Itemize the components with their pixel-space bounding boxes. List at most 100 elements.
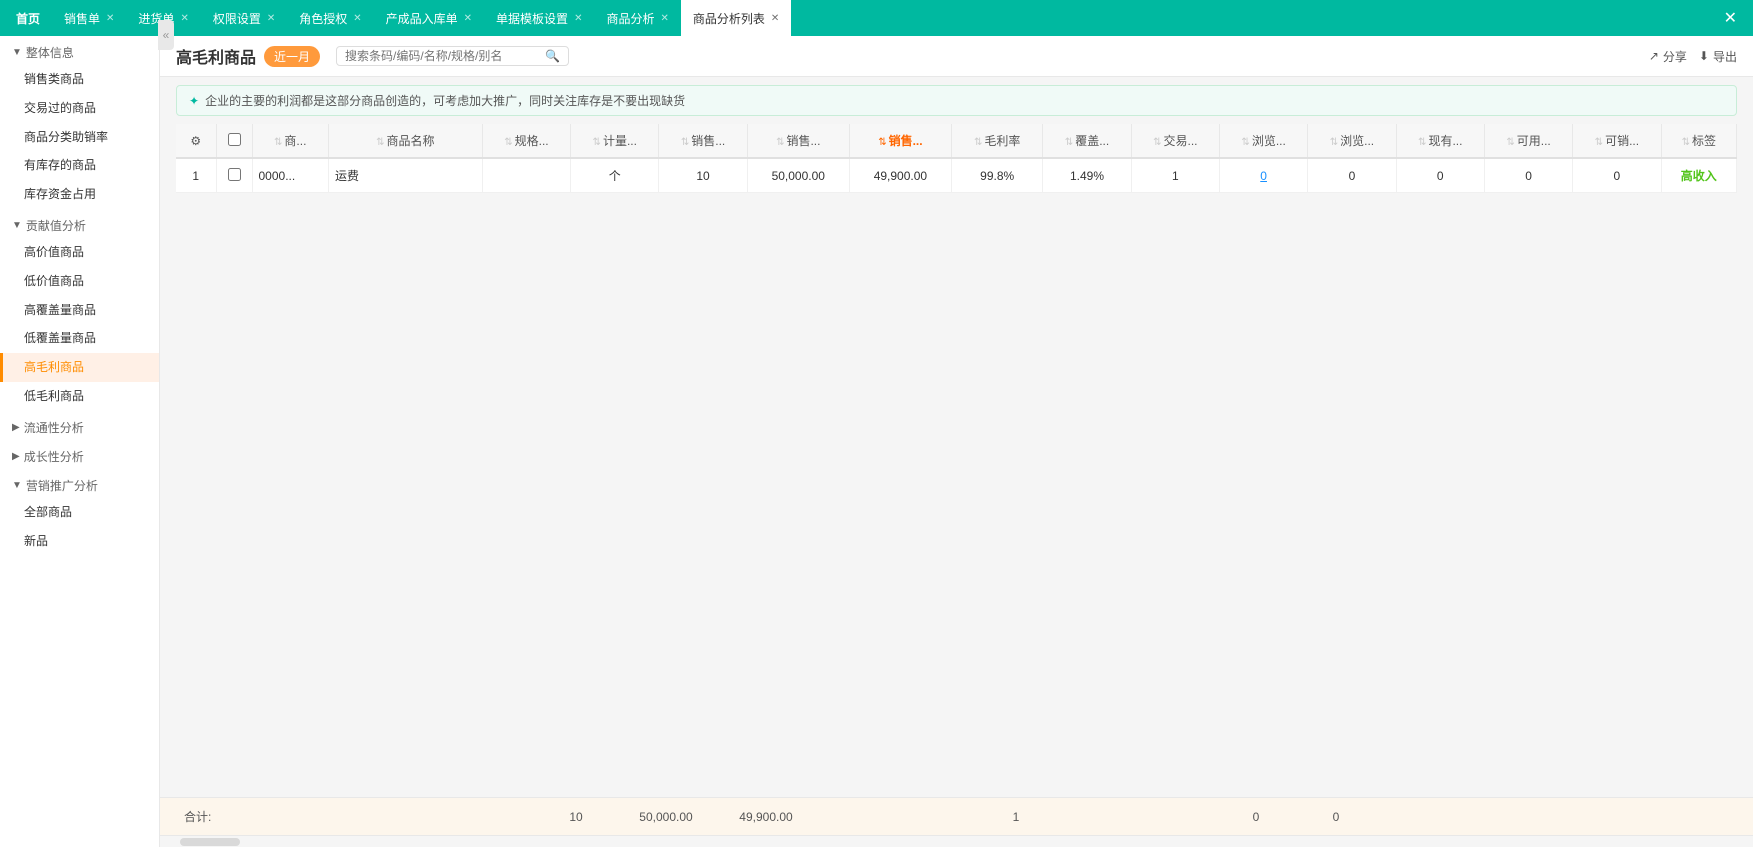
sidebar-group-overall[interactable]: ▼ 整体信息 xyxy=(0,36,159,65)
cell-tag: 高收入 xyxy=(1661,158,1736,193)
table-container[interactable]: ⚙ ⇅商... ⇅商品名称 ⇅规格... ⇅计量... ⇅销售... ⇅销售..… xyxy=(160,124,1753,797)
nav-tab-product-analysis[interactable]: 商品分析 ✕ xyxy=(594,0,680,36)
col-sales-profit: ⇅销售... xyxy=(849,124,951,158)
col-sales-qty: ⇅销售... xyxy=(659,124,747,158)
nav-tab-sales[interactable]: 销售单 ✕ xyxy=(52,0,126,36)
table-header-row: ⚙ ⇅商... ⇅商品名称 ⇅规格... ⇅计量... ⇅销售... ⇅销售..… xyxy=(176,124,1737,158)
notice-bar: ✦ 企业的主要的利润都是这部分商品创造的，可考虑加大推广，同时关注库存是不要出现… xyxy=(176,85,1737,116)
sidebar-item-all-goods[interactable]: 全部商品 xyxy=(0,498,159,527)
cell-current-stock: 0 xyxy=(1396,158,1484,193)
sidebar-item-new-goods[interactable]: 新品 xyxy=(0,527,159,556)
sort-icon[interactable]: ⇅ xyxy=(1506,137,1514,148)
share-button[interactable]: ↗ 分享 xyxy=(1649,48,1687,65)
sort-icon[interactable]: ⇅ xyxy=(878,137,886,148)
sort-icon[interactable]: ⇅ xyxy=(1418,137,1426,148)
sidebar-group-marketing[interactable]: ▼ 营销推广分析 xyxy=(0,469,159,498)
sidebar-item-stock-capital[interactable]: 库存资金占用 xyxy=(0,180,159,209)
sort-icon[interactable]: ⇅ xyxy=(1241,137,1249,148)
cell-browse1[interactable]: 0 xyxy=(1219,158,1307,193)
select-all-checkbox[interactable] xyxy=(228,133,241,146)
footer-cell-sales-profit: 49,900.00 xyxy=(716,810,816,824)
nav-tab-product-analysis-list[interactable]: 商品分析列表 ✕ xyxy=(681,0,791,36)
cell-transaction: 1 xyxy=(1131,158,1219,193)
nav-tab-product-warehouse[interactable]: 产成品入库单 ✕ xyxy=(374,0,484,36)
col-browse2: ⇅浏览... xyxy=(1308,124,1396,158)
nav-tab-role[interactable]: 角色授权 ✕ xyxy=(287,0,373,36)
sort-icon[interactable]: ⇅ xyxy=(593,137,601,148)
sort-icon[interactable]: ⇅ xyxy=(1065,137,1073,148)
row-checkbox[interactable] xyxy=(228,168,241,181)
sort-icon[interactable]: ⇅ xyxy=(681,137,689,148)
cell-name: 运费 xyxy=(328,158,482,193)
sidebar-toggle-button[interactable]: « xyxy=(158,36,174,50)
scrollbar-thumb[interactable] xyxy=(180,838,240,846)
col-settings[interactable]: ⚙ xyxy=(176,124,216,158)
sidebar-group-circulation[interactable]: ▶ 流通性分析 xyxy=(0,411,159,440)
filter-recent-month-button[interactable]: 近一月 xyxy=(264,46,320,67)
sidebar-item-low-margin[interactable]: 低毛利商品 xyxy=(0,382,159,411)
sort-icon[interactable]: ⇅ xyxy=(274,137,282,148)
sort-icon[interactable]: ⇅ xyxy=(1153,137,1161,148)
close-icon[interactable]: ✕ xyxy=(660,13,668,24)
cell-index: 1 xyxy=(176,158,216,193)
sort-icon[interactable]: ⇅ xyxy=(376,137,384,148)
sidebar-item-high-coverage[interactable]: 高覆盖量商品 xyxy=(0,296,159,325)
col-sellable: ⇅可销... xyxy=(1573,124,1661,158)
cell-unit: 个 xyxy=(571,158,659,193)
sort-icon[interactable]: ⇅ xyxy=(974,137,982,148)
close-icon[interactable]: ✕ xyxy=(267,13,275,24)
nav-tab-home[interactable]: 首页 xyxy=(4,0,52,36)
col-available: ⇅可用... xyxy=(1484,124,1572,158)
col-current-stock: ⇅现有... xyxy=(1396,124,1484,158)
cell-browse2: 0 xyxy=(1308,158,1396,193)
sort-icon[interactable]: ⇅ xyxy=(1595,137,1603,148)
col-code: ⇅商... xyxy=(252,124,328,158)
right-panel: 高毛利商品 近一月 🔍 ↗ 分享 ⬇ 导出 ✦ 企业的主要的利润都是这部分商品创… xyxy=(160,36,1753,847)
sidebar-item-high-margin[interactable]: 高毛利商品 xyxy=(0,353,159,382)
search-input[interactable] xyxy=(345,49,545,63)
sort-icon[interactable]: ⇅ xyxy=(1682,137,1690,148)
info-icon: ✦ xyxy=(189,94,199,108)
sidebar-item-high-value[interactable]: 高价值商品 xyxy=(0,238,159,267)
export-button[interactable]: ⬇ 导出 xyxy=(1699,48,1737,65)
sort-icon[interactable]: ⇅ xyxy=(504,137,512,148)
chevron-down-icon: ▼ xyxy=(12,480,22,491)
close-icon[interactable]: ✕ xyxy=(464,13,472,24)
cell-spec xyxy=(482,158,570,193)
export-icon: ⬇ xyxy=(1699,49,1709,63)
sidebar-item-low-coverage[interactable]: 低覆盖量商品 xyxy=(0,324,159,353)
sidebar-item-in-stock[interactable]: 有库存的商品 xyxy=(0,151,159,180)
sidebar-item-traded-goods[interactable]: 交易过的商品 xyxy=(0,94,159,123)
page-title: 高毛利商品 xyxy=(176,44,256,68)
close-icon[interactable]: ✕ xyxy=(180,13,188,24)
table-row: 1 0000... 运费 个 10 50,000.00 49,900.00 99… xyxy=(176,158,1737,193)
cell-checkbox[interactable] xyxy=(216,158,252,193)
close-icon[interactable]: ✕ xyxy=(771,13,779,24)
col-browse1: ⇅浏览... xyxy=(1219,124,1307,158)
sort-icon[interactable]: ⇅ xyxy=(1330,137,1338,148)
footer-cell-sales-amount: 50,000.00 xyxy=(616,810,716,824)
main-content: ▼ 整体信息 销售类商品 交易过的商品 商品分类助销率 有库存的商品 库存资金占… xyxy=(0,36,1753,847)
cell-sellable: 0 xyxy=(1573,158,1661,193)
sidebar-group-growth[interactable]: ▶ 成长性分析 xyxy=(0,440,159,469)
nav-tab-permission[interactable]: 权限设置 ✕ xyxy=(201,0,287,36)
nav-tab-template[interactable]: 单据模板设置 ✕ xyxy=(484,0,594,36)
cell-available: 0 xyxy=(1484,158,1572,193)
sidebar-group-contribution[interactable]: ▼ 贡献值分析 xyxy=(0,209,159,238)
close-icon[interactable]: ✕ xyxy=(106,13,114,24)
sort-icon[interactable]: ⇅ xyxy=(776,137,784,148)
settings-icon[interactable]: ⚙ xyxy=(190,134,201,148)
search-icon[interactable]: 🔍 xyxy=(545,49,560,63)
close-all-button[interactable]: ✕ xyxy=(1712,8,1749,28)
close-icon[interactable]: ✕ xyxy=(574,13,582,24)
close-icon[interactable]: ✕ xyxy=(353,13,361,24)
panel-header: 高毛利商品 近一月 🔍 ↗ 分享 ⬇ 导出 xyxy=(160,36,1753,77)
sidebar-item-category-rate[interactable]: 商品分类助销率 xyxy=(0,123,159,152)
col-coverage: ⇅覆盖... xyxy=(1043,124,1131,158)
horizontal-scrollbar[interactable] xyxy=(160,835,1753,847)
sidebar-item-low-value[interactable]: 低价值商品 xyxy=(0,267,159,296)
sidebar-item-sales-goods[interactable]: 销售类商品 xyxy=(0,65,159,94)
header-actions: ↗ 分享 ⬇ 导出 xyxy=(1649,48,1737,65)
col-checkbox[interactable] xyxy=(216,124,252,158)
cell-sales-qty: 10 xyxy=(659,158,747,193)
